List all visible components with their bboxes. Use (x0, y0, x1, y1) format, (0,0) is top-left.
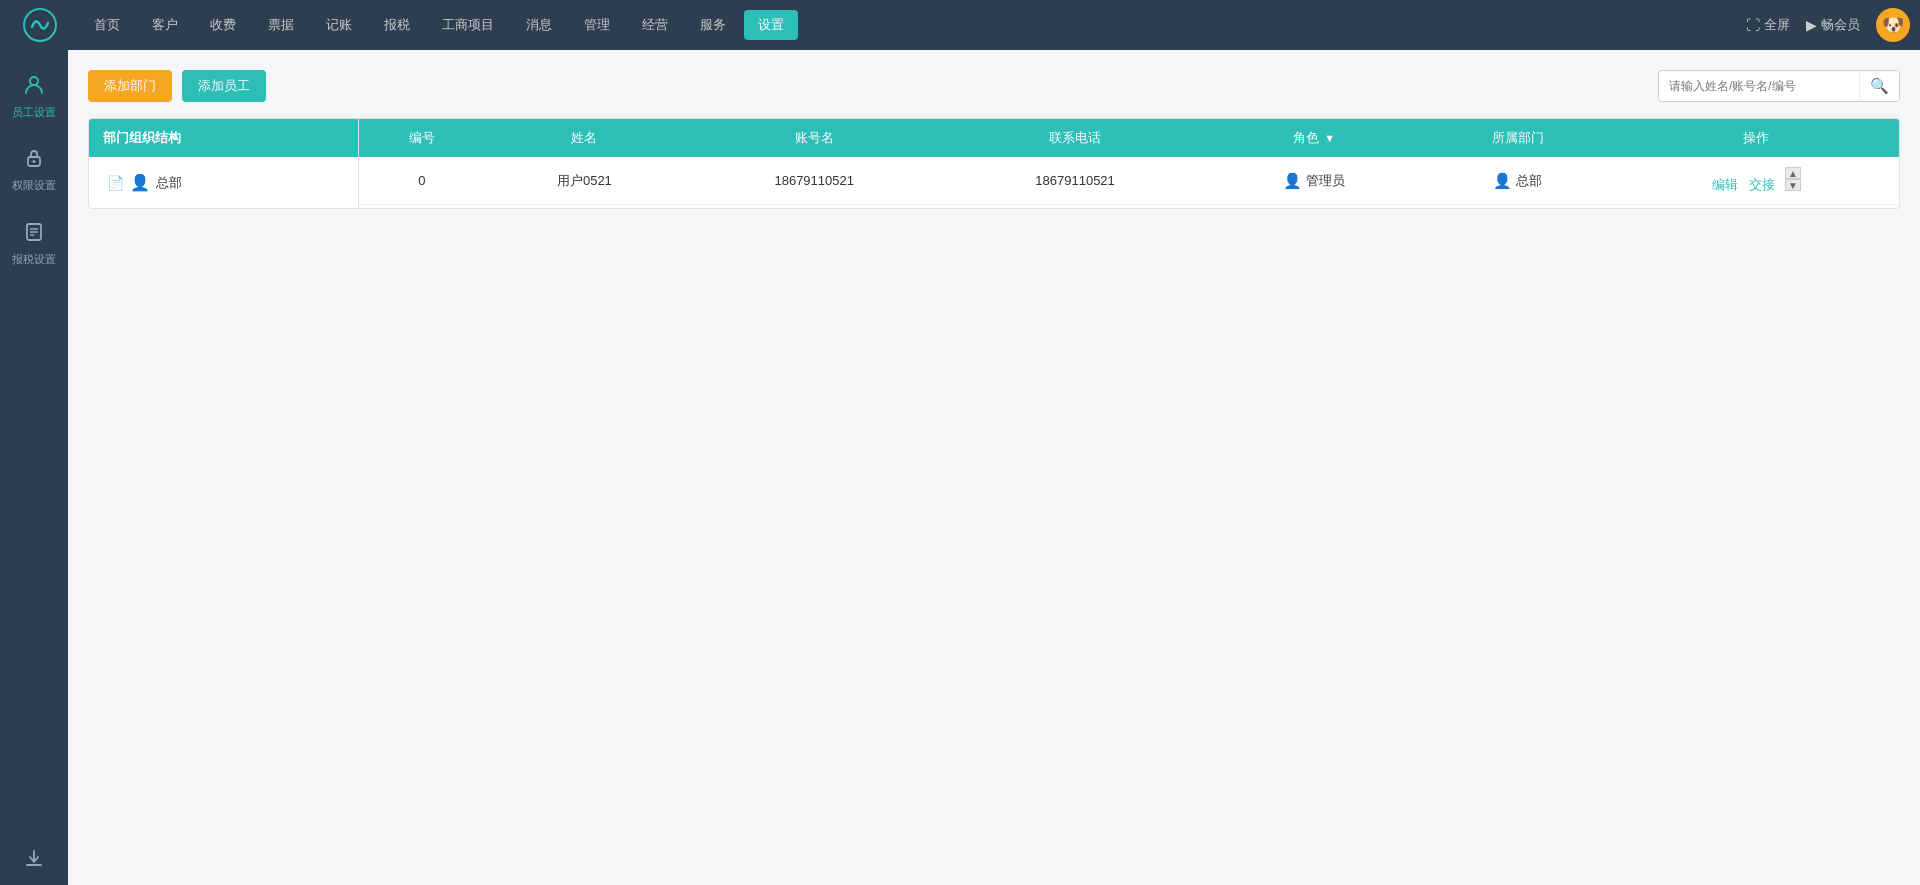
sidebar-permission-label: 权限设置 (12, 178, 56, 192)
vip-label: 畅会员 (1821, 16, 1860, 34)
tree-header: 部门组织结构 (89, 119, 358, 157)
nav-accounting[interactable]: 记账 (312, 10, 366, 40)
col-phone: 联系电话 (945, 119, 1206, 157)
tree-panel: 部门组织结构 📄 👤 总部 (89, 119, 359, 208)
role-value: 管理员 (1306, 172, 1345, 190)
nav-manage[interactable]: 管理 (570, 10, 624, 40)
content-area: 添加部门 添加员工 🔍 部门组织结构 📄 👤 总部 (68, 50, 1920, 885)
fullscreen-icon: ⛶ (1746, 17, 1760, 33)
toolbar: 添加部门 添加员工 🔍 (88, 70, 1900, 102)
scroll-up-arrow[interactable]: ▲ (1785, 167, 1801, 179)
nav-message[interactable]: 消息 (512, 10, 566, 40)
tree-person-icon: 👤 (130, 173, 150, 192)
col-id: 编号 (359, 119, 485, 157)
panel-layout: 部门组织结构 📄 👤 总部 编号 姓名 账号名 (88, 118, 1900, 209)
role-person-icon: 👤 (1283, 172, 1302, 190)
svg-point-3 (33, 160, 36, 163)
cell-role: 👤 管理员 (1205, 157, 1422, 205)
dept-value: 总部 (1516, 172, 1542, 190)
search-wrapper: 🔍 (1658, 70, 1900, 102)
fullscreen-button[interactable]: ⛶ 全屏 (1746, 16, 1790, 34)
tree-content: 📄 👤 总部 (89, 157, 358, 208)
tax-icon (23, 221, 45, 248)
search-input[interactable] (1659, 73, 1859, 99)
tree-item-label: 总部 (156, 174, 182, 192)
cell-name: 用户0521 (485, 157, 684, 205)
dept-person-icon: 👤 (1493, 172, 1512, 190)
nav-invoice[interactable]: 票据 (254, 10, 308, 40)
col-role[interactable]: 角色 ▼ (1205, 119, 1422, 157)
nav-tax[interactable]: 报税 (370, 10, 424, 40)
svg-point-1 (30, 77, 38, 85)
search-icon: 🔍 (1870, 77, 1889, 94)
nav-business[interactable]: 工商项目 (428, 10, 508, 40)
nav-settings[interactable]: 设置 (744, 10, 798, 40)
nav-operation[interactable]: 经营 (628, 10, 682, 40)
sidebar-item-permission[interactable]: 权限设置 (0, 133, 68, 206)
sidebar-item-employee[interactable]: 员工设置 (0, 60, 68, 133)
tree-item-root[interactable]: 📄 👤 总部 (99, 167, 348, 198)
nav-fee[interactable]: 收费 (196, 10, 250, 40)
transfer-action[interactable]: 交接 (1749, 177, 1775, 192)
logo (10, 7, 70, 43)
cell-id: 0 (359, 157, 485, 205)
vip-button[interactable]: ▶ 畅会员 (1806, 16, 1860, 34)
filter-icon: ▼ (1324, 132, 1335, 144)
nav-right: ⛶ 全屏 ▶ 畅会员 🐶 (1746, 8, 1910, 42)
sidebar-download[interactable] (0, 833, 68, 885)
cell-account: 18679110521 (684, 157, 945, 205)
permission-icon (23, 147, 45, 174)
scroll-down-arrow[interactable]: ▼ (1785, 179, 1801, 191)
col-account: 账号名 (684, 119, 945, 157)
main-layout: 员工设置 权限设置 报税设置 (0, 50, 1920, 885)
edit-action[interactable]: 编辑 (1712, 177, 1738, 192)
cell-actions: 编辑 交接 ▲ ▼ (1614, 157, 1899, 205)
col-action: 操作 (1614, 119, 1899, 157)
download-icon (23, 847, 45, 871)
vip-icon: ▶ (1806, 17, 1817, 33)
col-dept: 所属部门 (1422, 119, 1613, 157)
table-header-row: 编号 姓名 账号名 联系电话 角色 ▼ 所属部门 操作 (359, 119, 1899, 157)
nav-customer[interactable]: 客户 (138, 10, 192, 40)
add-employee-button[interactable]: 添加员工 (182, 70, 266, 102)
sidebar-tax-label: 报税设置 (12, 252, 56, 266)
nav-service[interactable]: 服务 (686, 10, 740, 40)
search-button[interactable]: 🔍 (1859, 71, 1899, 101)
avatar[interactable]: 🐶 (1876, 8, 1910, 42)
employee-table: 编号 姓名 账号名 联系电话 角色 ▼ 所属部门 操作 (359, 119, 1899, 205)
sidebar-item-tax[interactable]: 报税设置 (0, 207, 68, 280)
sidebar-employee-label: 员工设置 (12, 105, 56, 119)
nav-home[interactable]: 首页 (80, 10, 134, 40)
add-dept-button[interactable]: 添加部门 (88, 70, 172, 102)
table-row: 0 用户0521 18679110521 18679110521 👤 管理员 (359, 157, 1899, 205)
top-nav: 首页 客户 收费 票据 记账 报税 工商项目 消息 管理 经营 服务 设置 ⛶ … (0, 0, 1920, 50)
col-name: 姓名 (485, 119, 684, 157)
table-panel: 编号 姓名 账号名 联系电话 角色 ▼ 所属部门 操作 (359, 119, 1899, 208)
fullscreen-label: 全屏 (1764, 16, 1790, 34)
tree-file-icon: 📄 (107, 175, 124, 191)
cell-dept: 👤 总部 (1422, 157, 1613, 205)
role-label: 角色 (1293, 130, 1319, 145)
sidebar: 员工设置 权限设置 报税设置 (0, 50, 68, 885)
cell-phone: 18679110521 (945, 157, 1206, 205)
employee-icon (23, 74, 45, 101)
nav-items: 首页 客户 收费 票据 记账 报税 工商项目 消息 管理 经营 服务 设置 (80, 10, 1746, 40)
